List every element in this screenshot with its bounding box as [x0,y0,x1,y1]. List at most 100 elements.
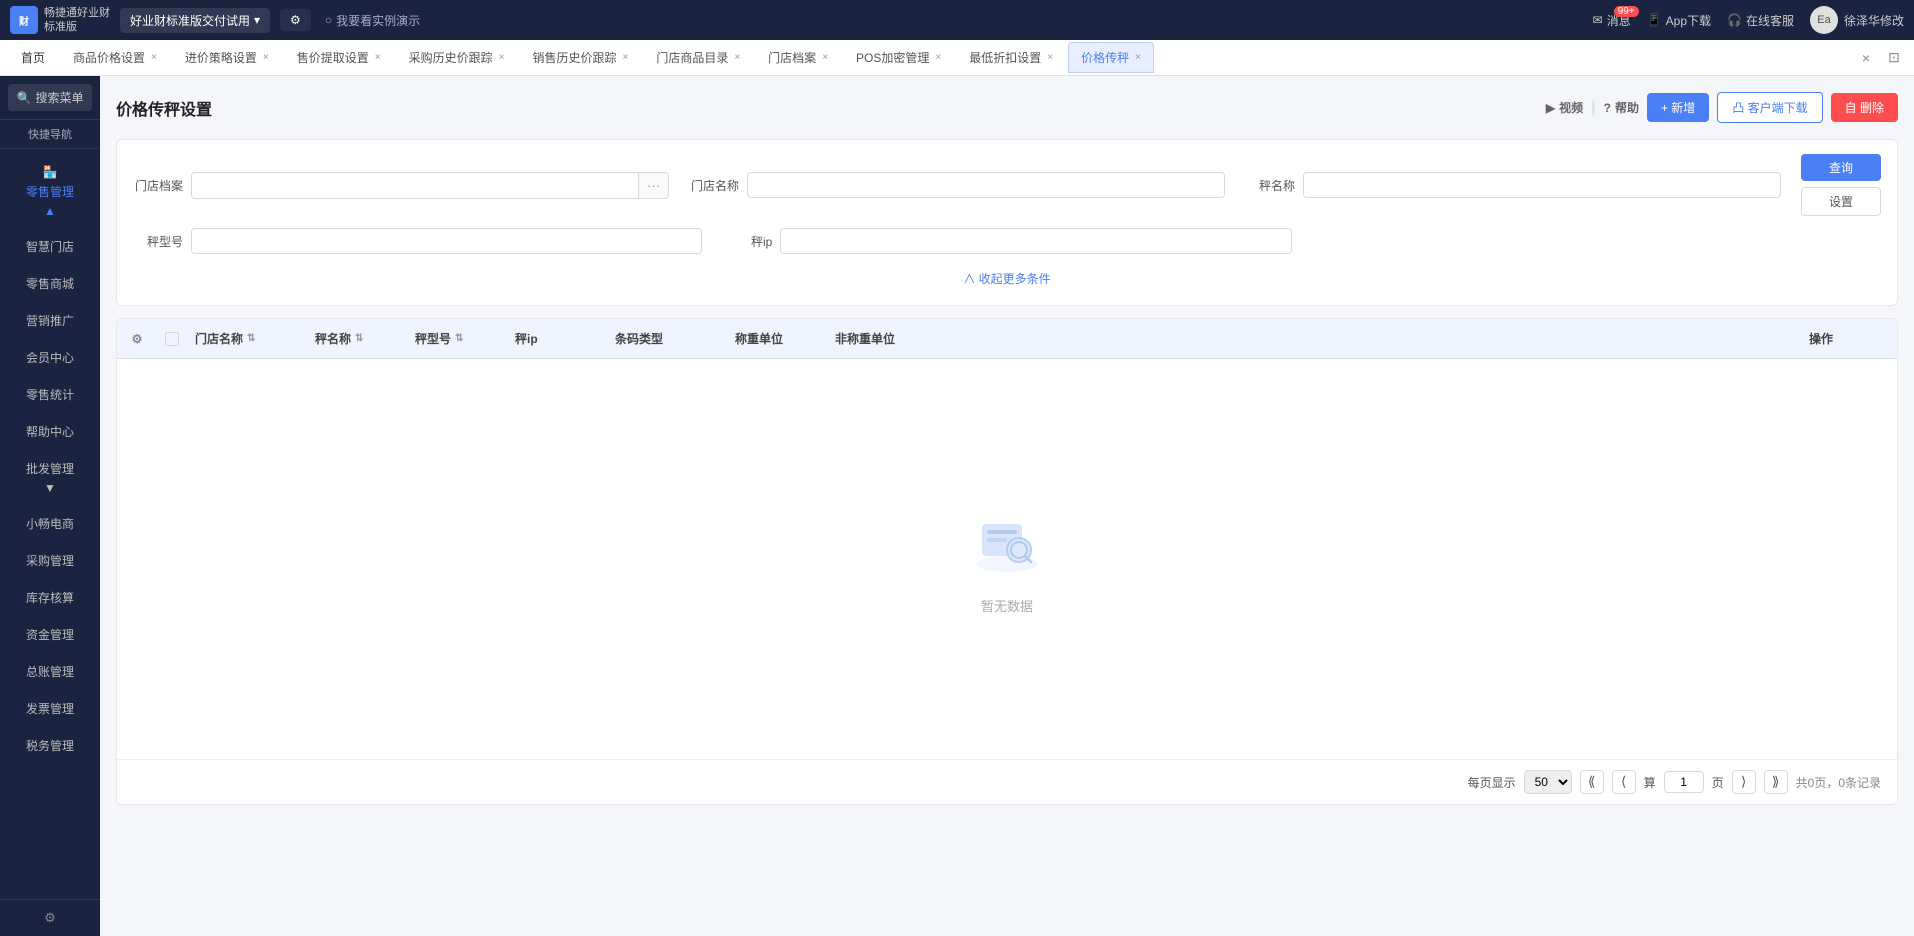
sidebar-item-tax-manage[interactable]: 税务管理 [0,727,100,764]
column-non-weight-unit: 非称重单位 [835,330,1809,347]
sidebar-item-xiaochang-ec[interactable]: 小畅电商 [0,505,100,542]
sidebar-item-help-center[interactable]: 帮助中心 [0,413,100,450]
select-all-checkbox[interactable] [165,332,179,346]
phone-icon: 📱 [1647,13,1662,27]
tab-price-setting[interactable]: 商品价格设置 × [60,42,170,73]
user-name: 徐泽华修改 [1844,12,1904,29]
sidebar-item-batch-manage[interactable]: 批发管理 ▼ [0,450,100,505]
sort-scale-name-icon[interactable]: ⇅ [355,333,363,344]
store-profile-field: 门店档案 ··· [133,172,669,199]
maximize-btn[interactable]: ⊡ [1882,46,1906,70]
sidebar-item-retail-shop[interactable]: 零售商城 [0,265,100,302]
store-name-field: 门店名称 [689,172,1225,198]
tab-sale-history[interactable]: 销售历史价跟踪 × [519,42,641,73]
scale-ip-input[interactable] [780,228,1291,254]
quick-nav-btn[interactable]: 快捷导航 [0,120,100,149]
table-header: ⚙ 门店名称 ⇅ 秤名称 ⇅ 秤型号 ⇅ [117,319,1897,359]
tab-price-scale[interactable]: 价格传秤 × [1068,42,1154,73]
close-icon[interactable]: × [499,52,505,63]
delete-btn[interactable]: 自 删除 [1831,93,1898,122]
query-btn[interactable]: 查询 [1801,154,1881,181]
user-menu[interactable]: Ea 徐泽华修改 [1810,6,1904,34]
empty-text: 暂无数据 [981,596,1033,615]
scale-name-input[interactable] [1303,172,1781,198]
sidebar-item-retail-manage[interactable]: 🏪 零售管理 ▲ [0,155,100,228]
settings-btn[interactable]: ⚙ [280,9,311,31]
help-icon: ? [1604,101,1611,115]
store-profile-label: 门店档案 [133,177,183,194]
page-title: 价格传秤设置 [116,96,212,120]
add-btn[interactable]: + 新增 [1647,93,1709,122]
tab-home[interactable]: 首页 [8,42,58,73]
scale-model-label: 秤型号 [133,233,183,250]
app-download-btn[interactable]: 📱 App下载 [1647,12,1711,29]
video-link[interactable]: ▶ 视频 [1546,99,1583,116]
tab-sale-price[interactable]: 售价提取设置 × [284,42,394,73]
tab-bar: 首页 商品价格设置 × 进价策略设置 × 售价提取设置 × 采购历史价跟踪 × … [0,40,1914,76]
close-icon[interactable]: × [375,52,381,63]
prev-page-btn[interactable]: ⟨ [1612,770,1636,794]
page-input[interactable] [1664,771,1704,793]
store-name-input[interactable] [747,172,1225,198]
page-size-select[interactable]: 50 [1524,770,1572,794]
next-page-btn[interactable]: ⟩ [1732,770,1756,794]
sidebar-item-general-ledger[interactable]: 总账管理 [0,653,100,690]
empty-icon [967,504,1047,584]
tab-purchase-strategy[interactable]: 进价策略设置 × [172,42,282,73]
version-selector[interactable]: 好业财标准版交付试用 ▾ [120,8,270,33]
sort-store-name-icon[interactable]: ⇅ [247,333,255,344]
collapse-btn[interactable]: ∧ 收起更多条件 [955,266,1058,291]
form-row-2: 秤型号 秤ip [133,228,1881,254]
tab-store-catalog[interactable]: 门店商品目录 × [643,42,753,73]
demo-link[interactable]: ○ 我要看实例演示 [325,12,420,29]
message-btn[interactable]: ✉ 消息 99+ [1593,12,1631,29]
close-icon[interactable]: × [935,52,941,63]
scale-name-label: 秤名称 [1245,177,1295,194]
sidebar-search: 🔍 搜索菜单 [0,76,100,120]
download-btn[interactable]: 凸 客户端下载 [1717,92,1822,123]
sidebar-item-purchase-manage[interactable]: 采购管理 [0,542,100,579]
sidebar-item-member[interactable]: 会员中心 [0,339,100,376]
sidebar-item-marketing[interactable]: 营销推广 [0,302,100,339]
sidebar-section: 🏪 零售管理 ▲ 智慧门店 零售商城 营销推广 会员中心 零售统计 帮助中心 [0,149,100,770]
tab-store-profile[interactable]: 门店档案 × [755,42,841,73]
close-icon[interactable]: × [734,52,740,63]
play-icon: ○ [325,13,332,27]
arrow-down-icon: ▼ [44,481,56,495]
tab-bar-actions: × ⊡ [1854,46,1906,70]
avatar: Ea [1810,6,1838,34]
search-menu-btn[interactable]: 🔍 搜索菜单 [8,84,92,111]
close-tab-btn[interactable]: × [1854,46,1878,70]
store-profile-input[interactable] [192,173,638,197]
sort-scale-model-icon[interactable]: ⇅ [455,333,463,344]
sidebar-item-finance[interactable]: 资金管理 [0,616,100,653]
column-settings-icon[interactable]: ⚙ [125,327,149,351]
column-weight-unit: 称重单位 [735,330,835,347]
close-icon[interactable]: × [263,52,269,63]
sidebar-item-invoice-manage[interactable]: 发票管理 [0,690,100,727]
close-icon[interactable]: × [822,52,828,63]
empty-state: 暂无数据 [907,444,1107,675]
close-icon[interactable]: × [1047,52,1053,63]
sidebar-item-inventory[interactable]: 库存核算 [0,579,100,616]
first-page-btn[interactable]: ⟪ [1580,770,1604,794]
tab-min-discount[interactable]: 最低折扣设置 × [956,42,1066,73]
sidebar-item-retail-stats[interactable]: 零售统计 [0,376,100,413]
online-service-btn[interactable]: 🎧 在线客服 [1727,12,1794,29]
store-name-label: 门店名称 [689,177,739,194]
column-barcode-type: 条码类型 [615,330,735,347]
chevron-down-icon: ▾ [254,13,260,27]
last-page-btn[interactable]: ⟫ [1764,770,1788,794]
scale-model-input[interactable] [191,228,702,254]
ellipsis-btn[interactable]: ··· [638,173,668,198]
close-icon[interactable]: × [622,52,628,63]
sidebar-item-smart-store[interactable]: 智慧门店 [0,228,100,265]
set-btn[interactable]: 设置 [1801,187,1881,216]
close-icon[interactable]: × [1135,52,1141,63]
sidebar-settings-btn[interactable]: ⚙ [0,899,100,936]
help-link[interactable]: ? 帮助 [1604,99,1639,116]
tab-purchase-history[interactable]: 采购历史价跟踪 × [396,42,518,73]
tab-pos-manage[interactable]: POS加密管理 × [843,42,954,73]
scale-ip-field: 秤ip [722,228,1291,254]
close-icon[interactable]: × [151,52,157,63]
